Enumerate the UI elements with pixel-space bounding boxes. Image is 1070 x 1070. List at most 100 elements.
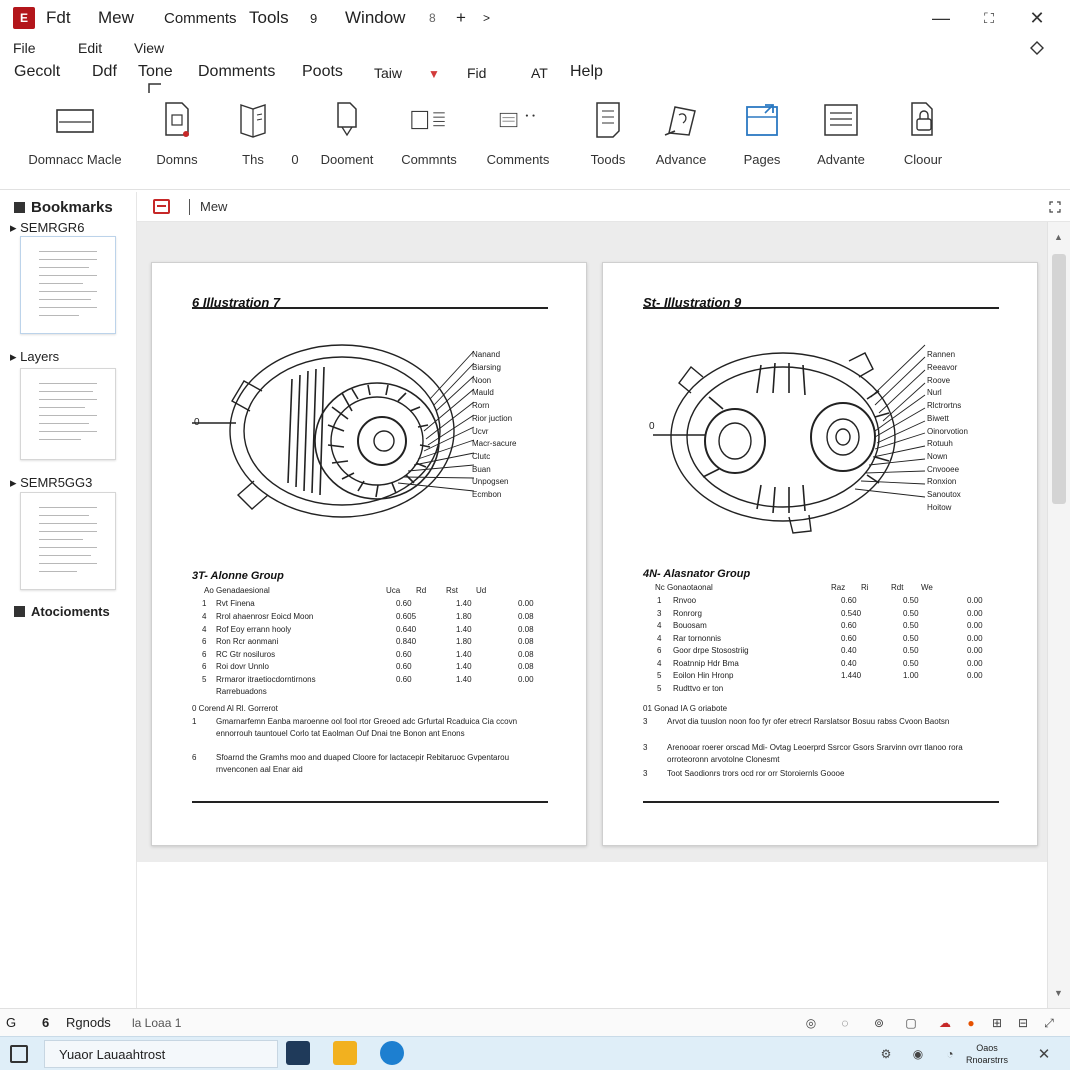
menu-mew[interactable]: Mew bbox=[98, 8, 134, 28]
callout-label: Buan bbox=[472, 465, 491, 474]
tool-pages[interactable]: Pages bbox=[736, 100, 788, 180]
table-row: 4 Rrol ahaenrosr Eoicd Moon 0.605 1.80 0.08 bbox=[202, 612, 534, 621]
taskbar-search[interactable]: Yuaor Lauaahtrost bbox=[44, 1040, 278, 1068]
page-thumbnail-2[interactable] bbox=[20, 368, 116, 460]
callout-label: Mauld bbox=[472, 388, 494, 397]
menu-file[interactable]: File bbox=[13, 40, 36, 56]
tab-help[interactable]: Help bbox=[570, 63, 603, 81]
table-row: 5 Eoilon Hin Hronp 1.440 1.00 0.00 bbox=[657, 671, 983, 680]
grid-icon[interactable]: ⊞ bbox=[990, 1016, 1004, 1030]
tool-dooment[interactable]: Dooment bbox=[314, 100, 380, 180]
taskbar-clock[interactable]: Oaos Rnoarstrrs bbox=[966, 1042, 1008, 1066]
bookmark-section-3[interactable]: ▸ SEMR5GG3 bbox=[10, 475, 92, 491]
tool-advante[interactable]: Advante bbox=[810, 100, 872, 180]
table-row: 4 Bouosam 0.60 0.50 0.00 bbox=[657, 621, 983, 630]
app-taskbar-icon[interactable] bbox=[286, 1041, 310, 1065]
book-icon bbox=[233, 100, 273, 140]
scroll-thumb[interactable] bbox=[1052, 254, 1066, 504]
expand-icon[interactable] bbox=[1049, 201, 1061, 213]
close-button[interactable]: ✕ bbox=[1022, 6, 1052, 30]
scroll-down-icon[interactable]: ▼ bbox=[1054, 988, 1063, 998]
browser-taskbar-icon[interactable] bbox=[380, 1041, 404, 1065]
table-row: 4 Rof Eoy errann hooly 0.640 1.40 0.08 bbox=[202, 625, 534, 634]
document-edit-icon bbox=[157, 100, 197, 140]
new-tab-button[interactable]: + bbox=[456, 8, 466, 28]
layout-icon[interactable]: ⊟ bbox=[1016, 1016, 1030, 1030]
callout-label: Rotuuh bbox=[927, 439, 953, 448]
status-label[interactable]: Rgnods bbox=[66, 1015, 111, 1030]
scroll-up-icon[interactable]: ▲ bbox=[1054, 232, 1063, 242]
callout-label: Rannen bbox=[927, 350, 956, 359]
document-blank-area[interactable] bbox=[137, 862, 1047, 1008]
table-header: Ud bbox=[476, 586, 487, 595]
tab-gecolt[interactable]: Gecolt bbox=[14, 63, 60, 81]
start-icon[interactable] bbox=[10, 1045, 28, 1063]
table-header: Ri bbox=[861, 583, 869, 592]
tool-cloour[interactable]: Cloour bbox=[893, 100, 953, 180]
cloud-icon[interactable]: ☁ bbox=[938, 1016, 952, 1030]
menu-edit[interactable]: Edit bbox=[78, 40, 102, 56]
table-header: Uca bbox=[386, 586, 401, 595]
close-icon[interactable]: ✕ bbox=[1036, 1046, 1052, 1063]
fit-page-icon[interactable]: ◎ bbox=[804, 1016, 818, 1030]
table-row: 1 Rnvoo 0.60 0.50 0.00 bbox=[657, 596, 983, 605]
menu-eight[interactable]: 8 bbox=[429, 11, 436, 25]
minimize-button[interactable]: — bbox=[926, 6, 956, 30]
tray-settings-icon[interactable]: ⚙ bbox=[878, 1046, 894, 1062]
tab-poots[interactable]: Poots bbox=[302, 63, 343, 81]
tab-domments[interactable]: Domments bbox=[198, 63, 275, 81]
comment-icon[interactable]: ◌ bbox=[838, 1016, 852, 1030]
notification-icon[interactable]: ● bbox=[964, 1016, 978, 1030]
page-thumbnail-3[interactable] bbox=[20, 492, 116, 590]
tab-at[interactable]: AT bbox=[531, 65, 548, 81]
tool-ths[interactable]: Ths bbox=[231, 100, 275, 180]
status-icon[interactable]: G bbox=[6, 1015, 16, 1030]
restore-button[interactable]: ⛶ bbox=[974, 6, 1004, 30]
page-thumbnail-1[interactable] bbox=[20, 236, 116, 334]
note-item: 1 Gmarnarfemn Eanba maroenne ool fool rto… bbox=[192, 717, 518, 738]
table-row: 6 Roi dovr Unnlo 0.60 1.40 0.08 bbox=[202, 662, 534, 671]
callout-label: Rior juction bbox=[472, 414, 513, 423]
sync-icon[interactable]: ⊚ bbox=[872, 1016, 886, 1030]
callout-label: Ecmbon bbox=[472, 490, 502, 499]
tray-network-icon[interactable]: ◉ bbox=[910, 1046, 926, 1062]
tab-fid[interactable]: Fid bbox=[467, 65, 486, 81]
tray-volume-icon[interactable]: ◔ bbox=[942, 1046, 958, 1062]
tool-zero[interactable]: 0 bbox=[285, 100, 305, 180]
tool-domns[interactable]: Domns bbox=[145, 100, 209, 180]
collapse-icon[interactable] bbox=[153, 199, 170, 214]
document-viewport[interactable]: 6 Illustration 7 0 Nanand Biarsing Noon … bbox=[137, 222, 1047, 862]
folder-taskbar-icon[interactable] bbox=[333, 1041, 357, 1065]
tool-advance[interactable]: Advance bbox=[650, 100, 712, 180]
view-label[interactable]: Mew bbox=[200, 199, 227, 214]
bookmark-section-1[interactable]: ▸ SEMRGR6 bbox=[10, 220, 84, 236]
menu-nine[interactable]: 9 bbox=[310, 11, 317, 26]
menu-tools[interactable]: Tools bbox=[249, 8, 289, 28]
tab-scroll-button[interactable]: > bbox=[483, 11, 490, 25]
chevron-down-icon[interactable]: ▼ bbox=[428, 67, 440, 81]
menu-view[interactable]: View bbox=[134, 40, 164, 56]
fullscreen-icon[interactable]: ⤢ bbox=[1042, 1016, 1056, 1030]
vertical-scrollbar[interactable]: ▲ ▼ bbox=[1047, 222, 1070, 1008]
tool-label: Domnacc Macle bbox=[28, 152, 122, 167]
tool-comments[interactable]: Comments bbox=[478, 100, 558, 180]
tool-label: Dooment bbox=[320, 152, 374, 167]
tab-tone[interactable]: Tone bbox=[138, 63, 173, 81]
tab-ddf[interactable]: Ddf bbox=[92, 63, 117, 81]
menu-fdt[interactable]: Fdt bbox=[46, 8, 71, 28]
bookmarks-header[interactable]: Bookmarks bbox=[14, 199, 113, 216]
menu-window[interactable]: Window bbox=[345, 8, 405, 28]
attachments-header[interactable]: Atocioments bbox=[14, 604, 110, 619]
status-bar: G 6 Rgnods la Loaa 1 ◎ ◌ ⊚ ▢ ☁ ● ⊞ ⊟ ⤢ bbox=[0, 1008, 1070, 1036]
table-row: 4 Roatnnip Hdr Bma 0.40 0.50 0.00 bbox=[657, 659, 983, 668]
tab-taiw[interactable]: Taiw bbox=[374, 65, 402, 81]
menu-comments[interactable]: Comments bbox=[164, 10, 237, 27]
app-logo[interactable]: E bbox=[13, 7, 35, 29]
page-view-icon[interactable]: ▢ bbox=[904, 1016, 918, 1030]
title-bar: E Fdt Mew Comments Tools 9 Window 8 + > … bbox=[0, 0, 1070, 36]
share-icon[interactable] bbox=[1029, 40, 1045, 56]
tool-domnacc-macle[interactable]: Domnacc Macle bbox=[20, 100, 130, 180]
tool-commnts[interactable]: Commnts bbox=[394, 100, 464, 180]
bookmark-section-2[interactable]: ▸ Layers bbox=[10, 349, 59, 365]
tool-toods[interactable]: Toods bbox=[585, 100, 631, 180]
